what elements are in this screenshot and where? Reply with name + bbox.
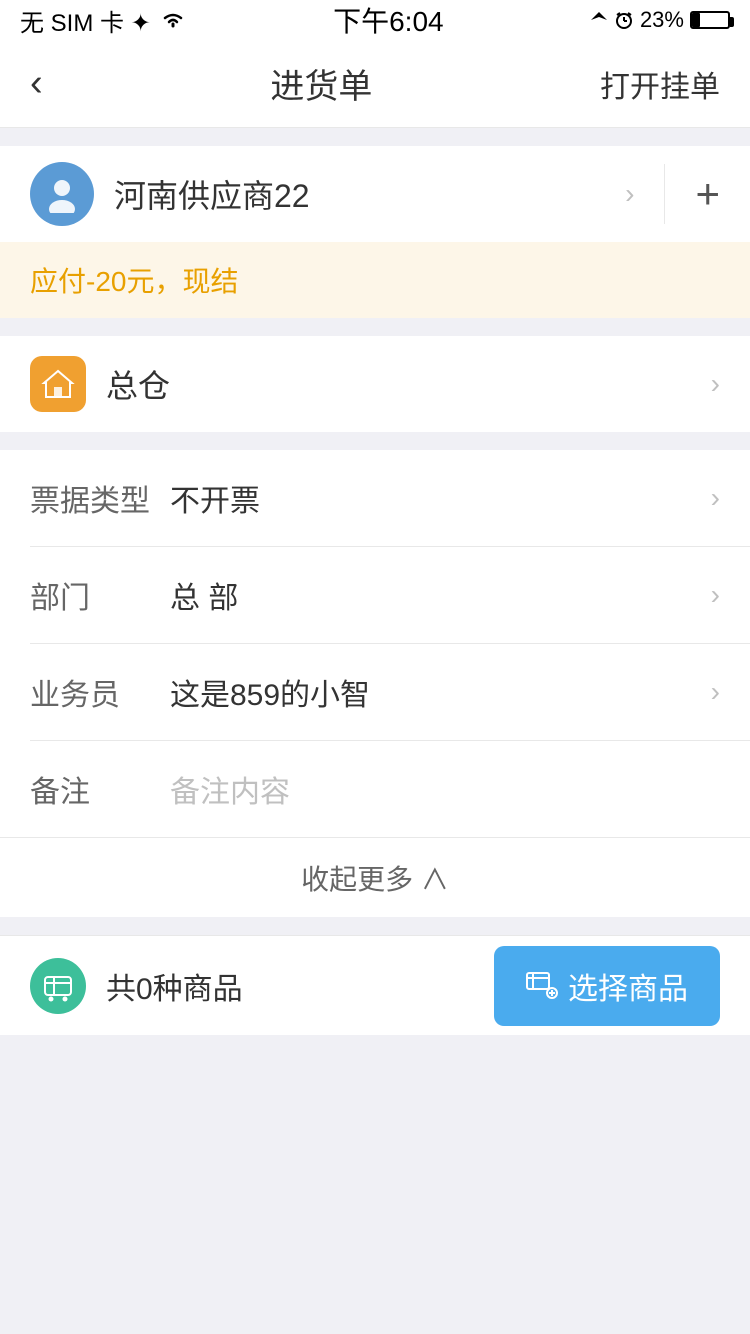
supplier-divider (664, 164, 665, 224)
remark-row[interactable]: 备注 备注内容 (0, 741, 750, 837)
person-icon (43, 175, 81, 213)
top-separator (0, 128, 750, 146)
form-section: 票据类型 不开票 › 部门 总 部 › 业务员 这是859的小智 › 备注 备注… (0, 450, 750, 917)
salesperson-value: 这是859的小智 (170, 670, 711, 714)
remark-label: 备注 (30, 767, 170, 811)
nav-bar: ‹ 进货单 打开挂单 (0, 40, 750, 128)
open-pending-button[interactable]: 打开挂单 (600, 62, 720, 106)
location-icon (590, 11, 608, 29)
department-label: 部门 (30, 573, 170, 617)
product-icon-wrap (30, 958, 86, 1014)
sim-status: 无 SIM 卡 ✦ (20, 3, 151, 38)
battery-percent: 23% (640, 7, 684, 33)
warehouse-arrow-icon: › (711, 368, 720, 400)
house-icon (41, 367, 75, 401)
select-product-button[interactable]: 选择商品 (494, 946, 720, 1026)
supplier-row[interactable]: 河南供应商22 › + (0, 146, 750, 242)
select-product-label: 选择商品 (568, 964, 688, 1008)
salesperson-row[interactable]: 业务员 这是859的小智 › (0, 644, 750, 740)
status-left: 无 SIM 卡 ✦ (20, 3, 187, 38)
product-count: 共0种商品 (106, 964, 494, 1008)
salesperson-arrow-icon: › (711, 676, 720, 708)
cart-icon (41, 969, 75, 1003)
department-value: 总 部 (170, 573, 711, 617)
warehouse-row[interactable]: 总仓 › (0, 336, 750, 432)
main-content: 河南供应商22 › + 应付-20元，现结 总仓 › 票据类型 不开票 › (0, 128, 750, 1334)
invoice-type-value: 不开票 (170, 476, 711, 520)
add-supplier-button[interactable]: + (695, 170, 720, 218)
status-right: 23% (590, 7, 730, 33)
warehouse-name: 总仓 (106, 361, 711, 407)
remark-input[interactable]: 备注内容 (170, 767, 720, 811)
warehouse-icon (30, 356, 86, 412)
department-arrow-icon: › (711, 579, 720, 611)
back-button[interactable]: ‹ (30, 62, 43, 105)
select-product-icon (526, 972, 558, 1000)
bottom-separator (0, 917, 750, 935)
invoice-type-arrow-icon: › (711, 482, 720, 514)
supplier-avatar (30, 162, 94, 226)
wifi-icon (159, 10, 187, 30)
invoice-type-row[interactable]: 票据类型 不开票 › (0, 450, 750, 546)
mid-separator (0, 318, 750, 336)
battery-icon (690, 11, 730, 29)
alarm-icon (614, 10, 634, 30)
salesperson-label: 业务员 (30, 670, 170, 714)
form-separator (0, 432, 750, 450)
status-time: 下午6:04 (333, 0, 444, 40)
page-title: 进货单 (270, 59, 372, 108)
supplier-arrow-icon: › (625, 178, 634, 210)
status-bar: 无 SIM 卡 ✦ 下午6:04 23% (0, 0, 750, 40)
collapse-button[interactable]: 收起更多 ∧ (301, 858, 449, 898)
invoice-type-label: 票据类型 (30, 476, 170, 520)
department-row[interactable]: 部门 总 部 › (0, 547, 750, 643)
notice-text: 应付-20元，现结 (30, 266, 238, 297)
supplier-name: 河南供应商22 (114, 171, 625, 217)
notice-banner: 应付-20元，现结 (0, 242, 750, 318)
bottom-bar: 共0种商品 选择商品 (0, 935, 750, 1035)
collapse-row[interactable]: 收起更多 ∧ (0, 837, 750, 917)
